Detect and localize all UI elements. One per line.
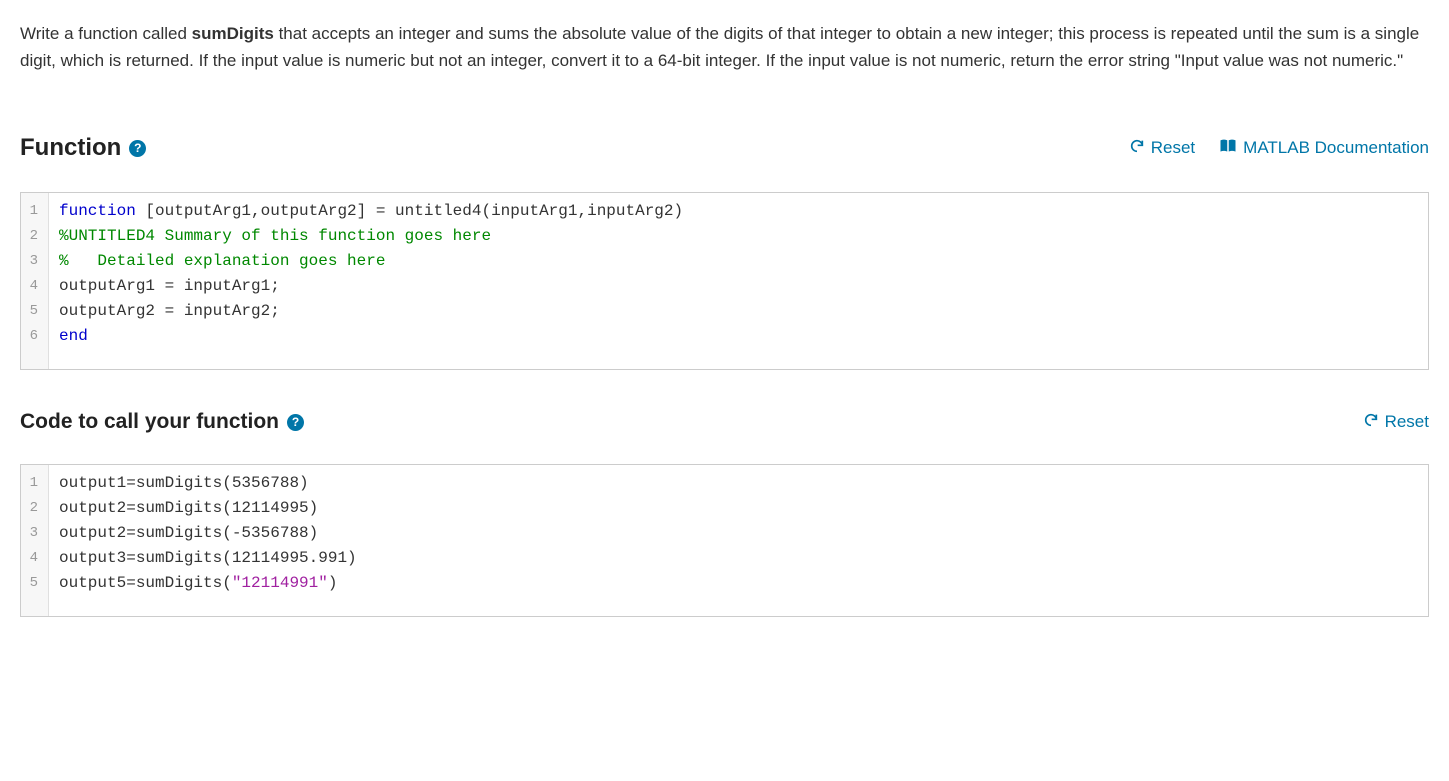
- code-token: output2=sumDigits(-5356788): [59, 524, 318, 542]
- problem-fn-name: sumDigits: [192, 24, 274, 43]
- reset-icon: [1363, 412, 1379, 433]
- function-code-editor[interactable]: 123456 function [outputArg1,outputArg2] …: [20, 192, 1429, 370]
- book-icon: [1219, 138, 1237, 158]
- code-token: %UNTITLED4 Summary of this function goes…: [59, 227, 491, 245]
- reset-button[interactable]: Reset: [1363, 412, 1429, 433]
- doc-label: MATLAB Documentation: [1243, 138, 1429, 158]
- function-title: Function: [20, 134, 121, 162]
- problem-text-pre: Write a function called: [20, 24, 192, 43]
- code-line: outputArg1 = inputArg1;: [59, 274, 1418, 299]
- line-number: 4: [29, 274, 42, 299]
- code-token: outputArg2 = inputArg2;: [59, 302, 280, 320]
- function-actions: Reset MATLAB Documentation: [1129, 138, 1429, 159]
- line-number: 3: [29, 249, 42, 274]
- code-token: output3=sumDigits(12114995.991): [59, 549, 357, 567]
- code-line: output2=sumDigits(-5356788): [59, 521, 1418, 546]
- reset-icon: [1129, 138, 1145, 159]
- function-title-group: Function ?: [20, 134, 146, 162]
- code-token: output1=sumDigits(5356788): [59, 474, 309, 492]
- line-number: 5: [29, 299, 42, 324]
- call-title: Code to call your function: [20, 410, 279, 434]
- matlab-doc-link[interactable]: MATLAB Documentation: [1219, 138, 1429, 158]
- code-token: outputArg1 = inputArg1;: [59, 277, 280, 295]
- code-token: function: [59, 202, 136, 220]
- line-number: 1: [29, 471, 42, 496]
- call-actions: Reset: [1363, 412, 1429, 433]
- code-line: outputArg2 = inputArg2;: [59, 299, 1418, 324]
- code-token: output5=sumDigits(: [59, 574, 232, 592]
- code-token: [outputArg1,outputArg2] = untitled4(inpu…: [136, 202, 683, 220]
- code-token: ): [328, 574, 338, 592]
- function-gutter: 123456: [21, 193, 49, 369]
- line-number: 6: [29, 324, 42, 349]
- help-icon[interactable]: ?: [129, 140, 146, 157]
- call-code-editor[interactable]: 12345 output1=sumDigits(5356788) output2=…: [20, 464, 1429, 617]
- line-number: 2: [29, 496, 42, 521]
- code-line: output3=sumDigits(12114995.991): [59, 546, 1418, 571]
- code-line: output5=sumDigits("12114991"): [59, 571, 1418, 596]
- function-section-header: Function ? Reset MATLAB Documentation: [20, 134, 1429, 162]
- call-section-header: Code to call your function ? Reset: [20, 410, 1429, 434]
- help-icon[interactable]: ?: [287, 414, 304, 431]
- code-line: % Detailed explanation goes here: [59, 249, 1418, 274]
- line-number: 1: [29, 199, 42, 224]
- code-token: end: [59, 327, 88, 345]
- code-line: %UNTITLED4 Summary of this function goes…: [59, 224, 1418, 249]
- function-code-content[interactable]: function [outputArg1,outputArg2] = untit…: [49, 193, 1428, 369]
- line-number: 5: [29, 571, 42, 596]
- line-number: 2: [29, 224, 42, 249]
- reset-label: Reset: [1385, 412, 1429, 432]
- code-line: output2=sumDigits(12114995): [59, 496, 1418, 521]
- code-line: output1=sumDigits(5356788): [59, 471, 1418, 496]
- call-title-group: Code to call your function ?: [20, 410, 304, 434]
- reset-label: Reset: [1151, 138, 1195, 158]
- reset-button[interactable]: Reset: [1129, 138, 1195, 159]
- code-line: end: [59, 324, 1418, 349]
- code-token: output2=sumDigits(12114995): [59, 499, 318, 517]
- problem-description: Write a function called sumDigits that a…: [20, 20, 1429, 74]
- code-line: function [outputArg1,outputArg2] = untit…: [59, 199, 1418, 224]
- line-number: 4: [29, 546, 42, 571]
- line-number: 3: [29, 521, 42, 546]
- code-token: "12114991": [232, 574, 328, 592]
- call-code-content[interactable]: output1=sumDigits(5356788) output2=sumDig…: [49, 465, 1428, 616]
- call-gutter: 12345: [21, 465, 49, 616]
- code-token: % Detailed explanation goes here: [59, 252, 385, 270]
